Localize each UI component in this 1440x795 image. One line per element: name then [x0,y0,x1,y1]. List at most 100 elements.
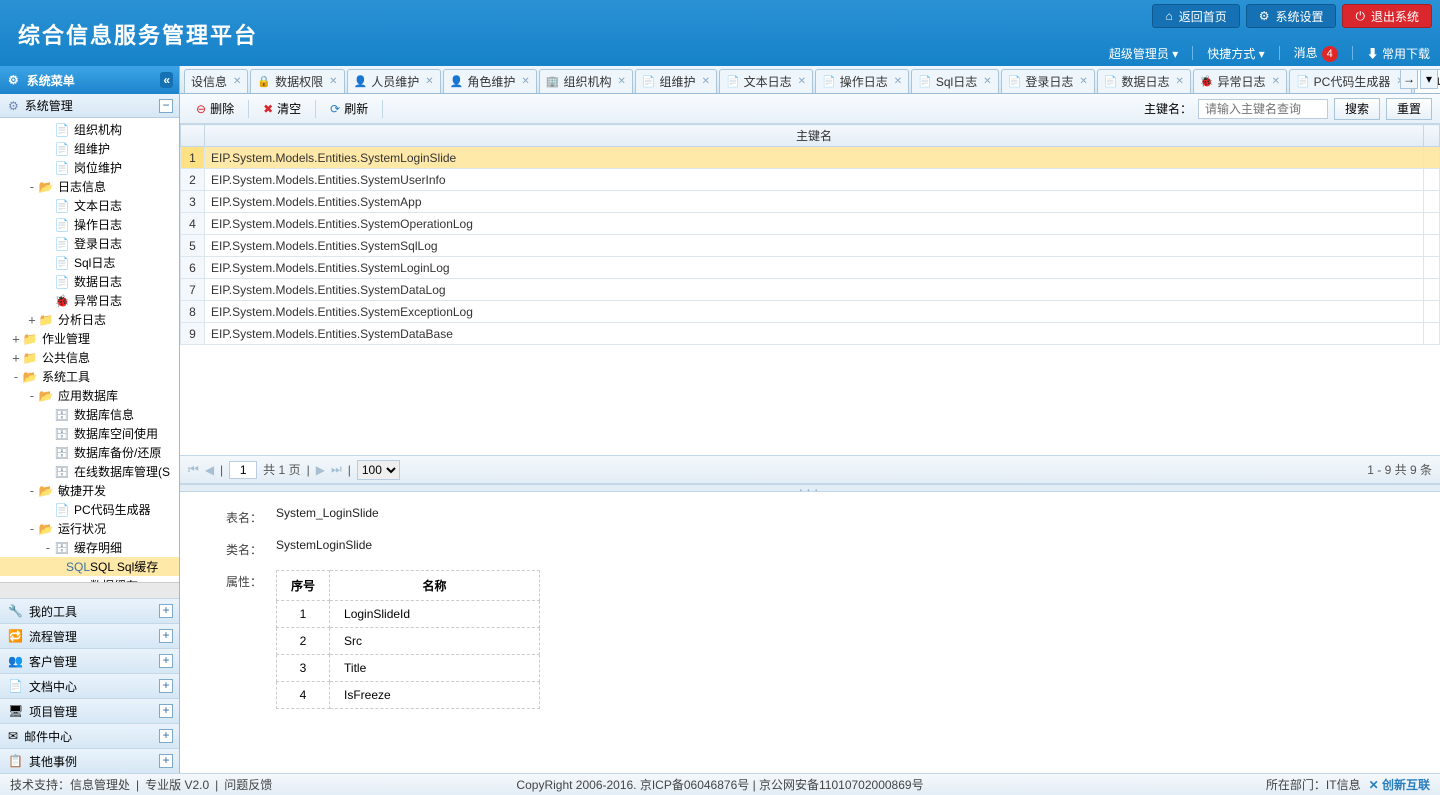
page-size[interactable]: 100 [357,460,400,480]
page-input[interactable] [229,461,257,479]
tree-node[interactable]: 🗄数据库信息 [0,405,179,424]
col-key[interactable]: 主键名 [205,125,1424,147]
table-row[interactable]: 5EIP.System.Models.Entities.SystemSqlLog [181,235,1440,257]
refresh-button[interactable]: ⟳刷新 [322,97,376,120]
sidebar-section[interactable]: 🔁流程管理+ [0,623,179,648]
reset-button[interactable]: 重置 [1386,98,1432,120]
collapse-section-icon[interactable]: − [159,99,173,113]
close-tab-icon[interactable]: ✕ [425,76,433,87]
sidebar-section[interactable]: ✉邮件中心+ [0,723,179,748]
tab[interactable]: 设信息✕ [184,69,248,93]
tab-menu[interactable]: ▾ [1420,69,1438,89]
tree-node[interactable]: -📂系统工具 [0,367,179,386]
tree-toggle-icon[interactable]: - [10,370,22,384]
settings-button[interactable]: ⚙系统设置 [1246,4,1337,28]
tree-toggle-icon[interactable]: - [26,484,38,498]
tree-toggle-icon[interactable]: - [26,522,38,536]
tree-node[interactable]: -🗄缓存明细 [0,538,179,557]
home-button[interactable]: ⌂返回首页 [1152,4,1239,28]
tree-node[interactable]: 📄PC代码生成器 [0,500,179,519]
tree-node[interactable]: -📂应用数据库 [0,386,179,405]
table-row[interactable]: 7EIP.System.Models.Entities.SystemDataLo… [181,279,1440,301]
page-first[interactable]: ⏮ [188,462,199,477]
current-role[interactable]: 超级管理员 ▾ [1109,45,1178,62]
tree-node[interactable]: -📂敏捷开发 [0,481,179,500]
tree-node[interactable]: +📁作业管理 [0,329,179,348]
table-row[interactable]: 1EIP.System.Models.Entities.SystemLoginS… [181,147,1440,169]
sidebar-section[interactable]: 🖥项目管理+ [0,698,179,723]
tab[interactable]: 🐞异常日志✕ [1193,69,1287,93]
table-row[interactable]: 6EIP.System.Models.Entities.SystemLoginL… [181,257,1440,279]
tree-node[interactable]: +📁分析日志 [0,310,179,329]
tree-node[interactable]: 📄登录日志 [0,234,179,253]
sidebar-section[interactable]: 🔧我的工具+ [0,598,179,623]
tree-node[interactable]: 📄操作日志 [0,215,179,234]
table-row[interactable]: 9EIP.System.Models.Entities.SystemDataBa… [181,323,1440,345]
tree-node[interactable]: 📄组维护 [0,139,179,158]
logout-button[interactable]: ⏻退出系统 [1342,4,1432,28]
tab[interactable]: 🏢组织机构✕ [539,69,633,93]
quick-link[interactable]: 快捷方式 ▾ [1207,45,1264,62]
download-link[interactable]: ⬇ 常用下载 [1367,45,1430,62]
tab[interactable]: 📄登录日志✕ [1001,69,1095,93]
page-last[interactable]: ⏭ [331,462,342,477]
tree-node[interactable]: +📁公共信息 [0,348,179,367]
close-tab-icon[interactable]: ✕ [521,76,529,87]
search-button[interactable]: 搜索 [1334,98,1380,120]
close-tab-icon[interactable]: ✕ [894,76,902,87]
sidebar-scrollbar[interactable] [0,582,179,598]
close-tab-icon[interactable]: ✕ [1079,76,1087,87]
feedback-link[interactable]: 问题反馈 [224,776,272,793]
tree-node[interactable]: 🐞异常日志 [0,291,179,310]
tree-toggle-icon[interactable]: + [26,313,38,327]
tab[interactable]: 🔒数据权限✕ [250,69,344,93]
tab[interactable]: 📄文本日志✕ [719,69,813,93]
tree-node[interactable]: 📄组织机构 [0,120,179,139]
tree-node[interactable]: 🗄数据库备份/还原 [0,443,179,462]
expand-section-icon[interactable]: + [159,604,173,618]
close-tab-icon[interactable]: ✕ [983,76,991,87]
tab[interactable]: 👤角色维护✕ [443,69,537,93]
tree-node[interactable]: 📄数据日志 [0,272,179,291]
table-row[interactable]: 3EIP.System.Models.Entities.SystemApp [181,191,1440,213]
messages-link[interactable]: 消息4 [1294,44,1338,62]
expand-section-icon[interactable]: + [159,704,173,718]
close-tab-icon[interactable]: ✕ [702,76,710,87]
sidebar-section[interactable]: 📋其他事例+ [0,748,179,773]
table-row[interactable]: 8EIP.System.Models.Entities.SystemExcept… [181,301,1440,323]
tree-node[interactable]: SQLSQL Sql缓存 [0,557,179,576]
tree-node[interactable]: 📄岗位维护 [0,158,179,177]
table-row[interactable]: 4EIP.System.Models.Entities.SystemOperat… [181,213,1440,235]
tree-toggle-icon[interactable]: - [26,180,38,194]
sidebar-section[interactable]: 📄文档中心+ [0,673,179,698]
tab[interactable]: 📄组维护✕ [635,69,717,93]
expand-section-icon[interactable]: + [159,629,173,643]
close-tab-icon[interactable]: ✕ [329,76,337,87]
tab[interactable]: 📄操作日志✕ [815,69,909,93]
tab[interactable]: 👤人员维护✕ [347,69,441,93]
close-tab-icon[interactable]: ✕ [617,76,625,87]
tree-toggle-icon[interactable]: + [10,332,22,346]
clear-button[interactable]: ✖清空 [255,97,309,120]
tree-node[interactable]: -📂运行状况 [0,519,179,538]
tree-node[interactable]: 🗄数据库空间使用 [0,424,179,443]
tab-scroll-right[interactable]: → [1400,69,1418,89]
splitter[interactable] [180,484,1440,492]
delete-button[interactable]: ⊖删除 [188,97,242,120]
expand-section-icon[interactable]: + [159,679,173,693]
close-tab-icon[interactable]: ✕ [1175,76,1183,87]
close-tab-icon[interactable]: ✕ [233,76,241,87]
tree-node[interactable]: 🗄在线数据库管理(S [0,462,179,481]
tab[interactable]: 📄数据日志✕ [1097,69,1191,93]
sidebar-section[interactable]: 👥客户管理+ [0,648,179,673]
expand-section-icon[interactable]: + [159,754,173,768]
tree-node[interactable]: -📂日志信息 [0,177,179,196]
tab[interactable]: 📄PC代码生成器✕ [1289,69,1412,93]
page-next[interactable]: ▶ [316,463,325,477]
close-tab-icon[interactable]: ✕ [1272,76,1280,87]
page-prev[interactable]: ◀ [205,463,214,477]
tree-toggle-icon[interactable]: + [10,351,22,365]
collapse-sidebar-icon[interactable]: « [160,72,173,88]
tree-node[interactable]: 📄文本日志 [0,196,179,215]
table-row[interactable]: 2EIP.System.Models.Entities.SystemUserIn… [181,169,1440,191]
